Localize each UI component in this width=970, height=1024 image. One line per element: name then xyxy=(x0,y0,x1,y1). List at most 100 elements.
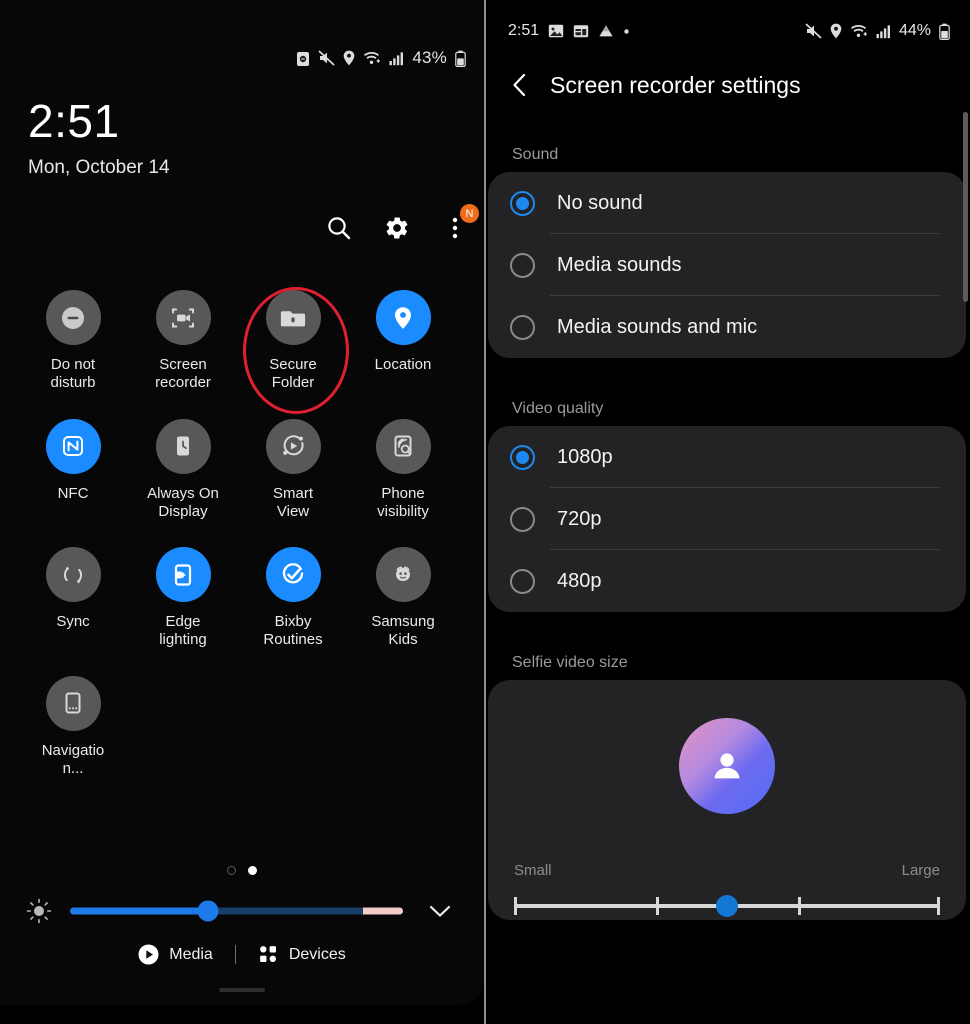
samsung-kids-icon xyxy=(375,547,431,603)
option-label: 480p xyxy=(557,569,602,592)
tile-label: Smart View xyxy=(272,484,313,520)
section-title-video-quality: Video quality xyxy=(512,400,604,417)
tile-label: Do not disturb xyxy=(50,356,96,392)
tile-label: Sync xyxy=(56,613,90,631)
slider-max-label: Large xyxy=(901,862,940,879)
selfie-size-slider[interactable] xyxy=(514,895,940,917)
battery-percent-label: 44% xyxy=(898,22,931,39)
radio-button[interactable] xyxy=(510,506,535,532)
option-label: Media sounds and mic xyxy=(557,315,758,338)
wifi-icon xyxy=(363,50,381,66)
brightness-remainder xyxy=(208,907,364,915)
overflow-menu-icon[interactable]: N xyxy=(440,204,479,243)
option-720p[interactable]: 720p xyxy=(488,488,966,550)
person-avatar-icon xyxy=(679,718,775,814)
tile-label: Navigatio n... xyxy=(41,741,105,778)
option-media-sounds[interactable]: Media sounds xyxy=(488,234,966,296)
brightness-thumb[interactable] xyxy=(197,900,219,922)
mute-icon xyxy=(805,23,822,39)
tile-edge-lighting[interactable]: Edge lighting xyxy=(128,547,238,650)
radio-button[interactable] xyxy=(510,252,535,278)
section-title-sound: Sound xyxy=(512,146,559,163)
dot-icon xyxy=(623,28,630,35)
slider-min-label: Small xyxy=(514,862,552,879)
tile-bixby-routines[interactable]: Bixby Routines xyxy=(238,547,348,650)
selfie-size-card: Small Large xyxy=(488,680,966,920)
slider-thumb[interactable] xyxy=(716,895,738,917)
option-no-sound[interactable]: No sound xyxy=(488,172,966,234)
clock-date: Mon, October 14 xyxy=(28,157,170,178)
screenshot-root: 43% 2:51 Mon, October 14 N Do not distur… xyxy=(0,0,970,1024)
option-480p[interactable]: 480p xyxy=(488,550,966,612)
home-indicator[interactable] xyxy=(219,988,265,992)
tile-label: Phone visibility xyxy=(377,484,429,520)
tile-location[interactable]: Location xyxy=(348,290,458,393)
page-dot-1[interactable] xyxy=(227,866,236,875)
tile-screen-recorder[interactable]: Screen recorder xyxy=(128,290,238,393)
slider-tick-1 xyxy=(514,897,517,915)
signal-icon xyxy=(876,24,891,39)
sound-section: Sound No sound Media sounds Media sounds… xyxy=(486,146,970,358)
clipboard-icon xyxy=(296,50,310,67)
do-not-disturb-icon xyxy=(45,290,101,345)
screen-recorder-settings-panel: 2:51 44% Screen recorder settings Sound … xyxy=(486,0,970,1024)
option-label: No sound xyxy=(557,191,643,214)
option-1080p[interactable]: 1080p xyxy=(488,426,966,488)
slider-tick-2 xyxy=(655,897,659,915)
radio-button[interactable] xyxy=(510,314,535,340)
tile-label: Always On Display xyxy=(147,484,219,520)
tile-label: Bixby Routines xyxy=(263,613,323,649)
page-dot-2[interactable] xyxy=(248,866,257,875)
radio-button[interactable] xyxy=(510,568,535,594)
option-label: 720p xyxy=(557,507,602,530)
devices-button[interactable]: Devices xyxy=(236,944,368,965)
gear-icon[interactable] xyxy=(382,213,412,243)
edge-lighting-icon xyxy=(155,547,211,603)
smart-view-icon xyxy=(265,418,321,474)
radio-button[interactable] xyxy=(510,190,535,216)
tile-navigation-bar[interactable]: Navigatio n... xyxy=(18,675,128,779)
location-pin-icon xyxy=(375,290,431,345)
grid-four-icon xyxy=(258,944,279,965)
mute-icon xyxy=(318,50,335,66)
tile-always-on-display[interactable]: Always On Display xyxy=(128,418,238,522)
chevron-down-icon[interactable] xyxy=(428,903,452,919)
tile-nfc[interactable]: NFC xyxy=(18,418,128,522)
media-devices-bar: Media Devices xyxy=(0,944,484,965)
page-title: Screen recorder settings xyxy=(550,71,801,98)
media-label: Media xyxy=(169,945,213,963)
signal-icon xyxy=(389,51,404,66)
search-icon[interactable] xyxy=(324,213,354,243)
location-icon xyxy=(343,50,355,66)
section-title-selfie-video-size: Selfie video size xyxy=(512,654,628,671)
chevron-left-icon[interactable] xyxy=(500,65,540,105)
status-time: 2:51 xyxy=(508,22,540,39)
wifi-icon xyxy=(850,23,868,39)
option-label: 1080p xyxy=(557,445,613,468)
scrollbar[interactable] xyxy=(963,112,968,302)
tile-phone-visibility[interactable]: Phone visibility xyxy=(348,418,458,522)
selfie-video-size-section: Selfie video size Small Large xyxy=(486,654,970,920)
option-media-sounds-and-mic[interactable]: Media sounds and mic xyxy=(488,296,966,358)
tile-do-not-disturb[interactable]: Do not disturb xyxy=(18,290,128,393)
brightness-track[interactable] xyxy=(70,907,403,915)
radio-button[interactable] xyxy=(510,444,535,470)
tile-secure-folder[interactable]: Secure Folder xyxy=(238,290,348,393)
battery-percent-label: 43% xyxy=(412,48,447,67)
quick-settings-actions: N xyxy=(324,204,479,243)
media-button[interactable]: Media xyxy=(116,944,235,965)
tile-label: Samsung Kids xyxy=(371,613,435,649)
brightness-slider-row[interactable] xyxy=(0,893,484,929)
tile-samsung-kids[interactable]: Samsung Kids xyxy=(348,547,458,650)
calendar-icon xyxy=(573,23,589,39)
always-on-display-icon xyxy=(155,418,211,474)
tile-label: NFC xyxy=(57,484,89,502)
brightness-overflow xyxy=(363,907,403,915)
tile-smart-view[interactable]: Smart View xyxy=(238,418,348,522)
tile-sync[interactable]: Sync xyxy=(18,547,128,650)
right-status-bar: 2:51 44% xyxy=(486,20,970,42)
nfc-icon xyxy=(45,418,101,474)
notification-badge: N xyxy=(460,204,479,223)
navigation-bar-icon xyxy=(45,675,101,731)
quick-settings-tiles: Do not disturb Screen recorder Secure Fo… xyxy=(18,290,468,778)
